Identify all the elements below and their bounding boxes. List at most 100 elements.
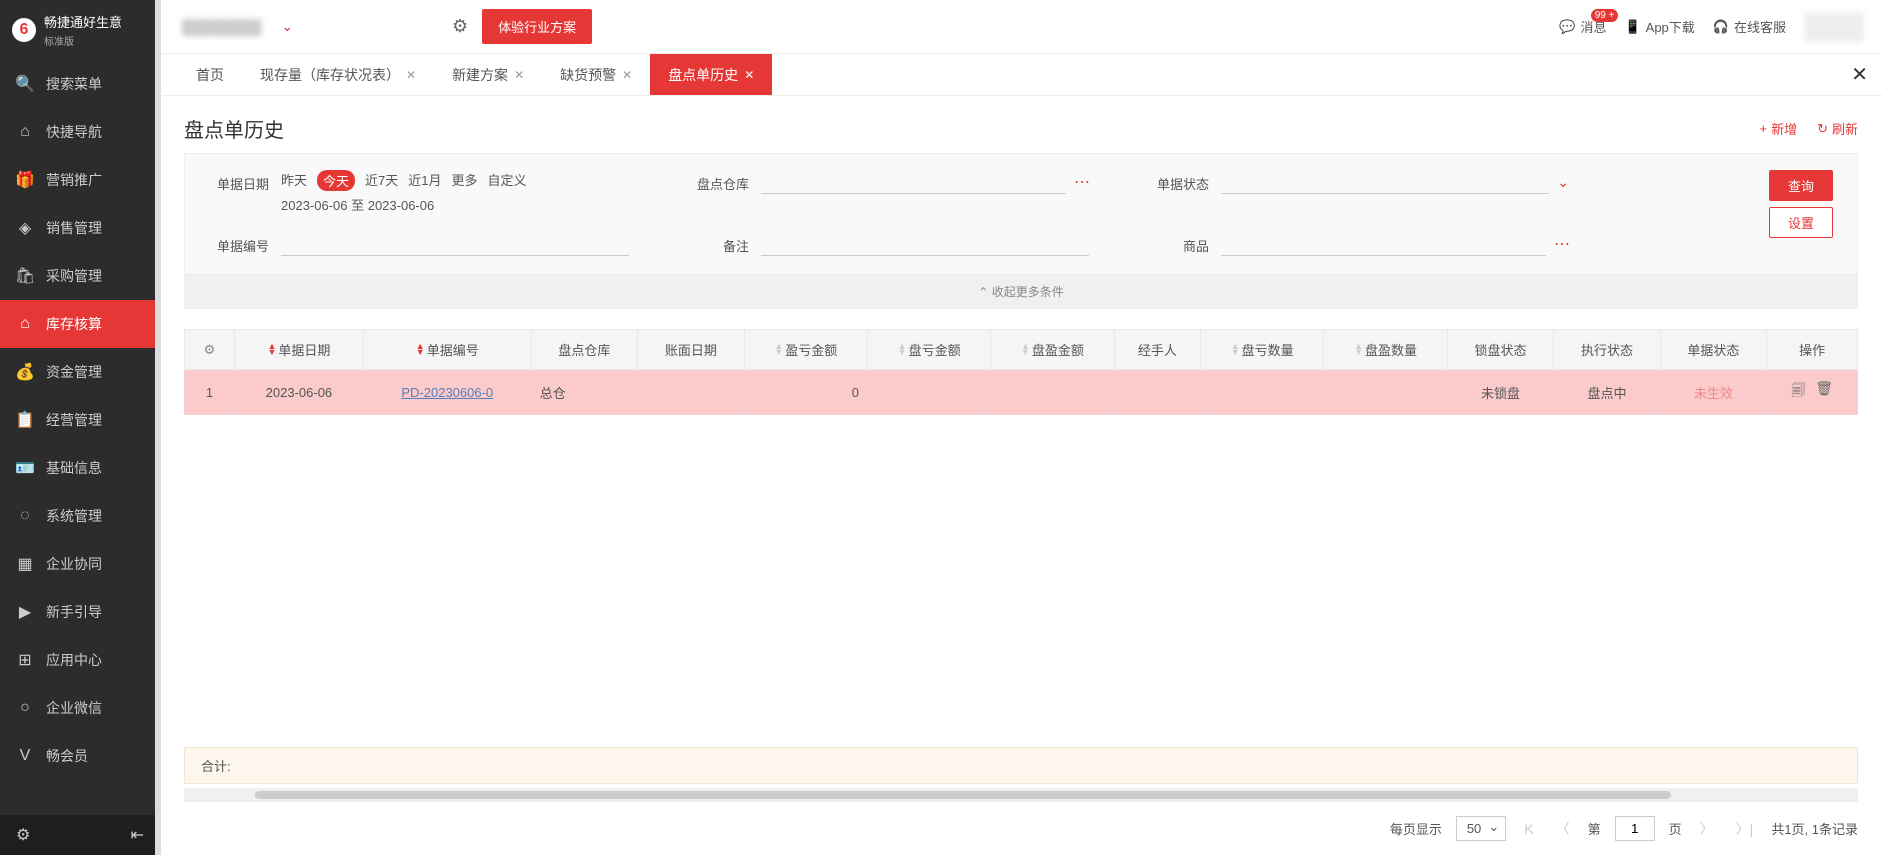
date-shortcuts: 昨天今天近7天近1月更多自定义: [281, 170, 629, 191]
page-input[interactable]: [1615, 816, 1655, 841]
column-header-2[interactable]: ▲▼单据编号: [363, 330, 531, 370]
user-avatar[interactable]: [1804, 12, 1864, 42]
sidebar-item-3[interactable]: ◈销售管理: [0, 204, 160, 252]
prev-page-button[interactable]: 〈: [1552, 819, 1574, 839]
refresh-label: 刷新: [1832, 119, 1858, 138]
table-row[interactable]: 12023-06-06PD-20230606-0总仓0未锁盘盘点中未生效🗐🗑: [185, 370, 1858, 415]
status-input[interactable]: [1221, 170, 1549, 194]
column-header-5[interactable]: ▲▼盈亏金额: [744, 330, 867, 370]
column-label: 盘点仓库: [558, 343, 610, 358]
column-header-8[interactable]: 经手人: [1114, 330, 1200, 370]
next-page-button[interactable]: 〉: [1696, 819, 1718, 839]
settings-icon[interactable]: ⚙: [16, 825, 30, 845]
sidebar-item-11[interactable]: ▶新手引导: [0, 588, 160, 636]
close-icon[interactable]: ✕: [622, 68, 632, 82]
sidebar-item-10[interactable]: ▦企业协同: [0, 540, 160, 588]
cell: 总仓: [531, 370, 637, 415]
date-shortcut-1[interactable]: 今天: [317, 170, 355, 191]
gear-icon[interactable]: ⚙: [452, 16, 468, 37]
sidebar-item-label: 系统管理: [46, 506, 102, 526]
close-icon[interactable]: ✕: [514, 68, 524, 82]
horizontal-scrollbar[interactable]: [184, 788, 1858, 802]
cell: 2023-06-06: [235, 370, 364, 415]
close-icon[interactable]: ✕: [406, 68, 416, 82]
sidebar-item-9[interactable]: ◌系统管理: [0, 492, 160, 540]
column-header-13[interactable]: 单据状态: [1660, 330, 1766, 370]
sidebar-item-13[interactable]: ○企业微信: [0, 684, 160, 732]
close-all-tabs-icon[interactable]: ✕: [1851, 62, 1868, 87]
column-label: 盘亏数量: [1242, 343, 1294, 358]
column-header-4[interactable]: 账面日期: [638, 330, 744, 370]
column-header-6[interactable]: ▲▼盘亏金额: [867, 330, 990, 370]
chevron-down-icon[interactable]: ⌄: [1557, 174, 1569, 191]
page-size-select[interactable]: 50: [1456, 816, 1506, 841]
sidebar-item-12[interactable]: ⊞应用中心: [0, 636, 160, 684]
column-header-0[interactable]: ⚙: [185, 330, 235, 370]
sidebar-item-14[interactable]: V畅会员: [0, 732, 160, 780]
column-header-1[interactable]: ▲▼单据日期: [235, 330, 364, 370]
date-shortcut-4[interactable]: 更多: [452, 170, 478, 191]
column-label: 盈亏金额: [785, 343, 837, 358]
remark-input[interactable]: [761, 232, 1089, 256]
product-input[interactable]: [1221, 232, 1546, 256]
column-header-3[interactable]: 盘点仓库: [531, 330, 637, 370]
sidebar-item-2[interactable]: 🎁营销推广: [0, 156, 160, 204]
collapse-label: 收起更多条件: [992, 285, 1064, 299]
tab-4[interactable]: 盘点单历史✕: [650, 54, 772, 95]
date-shortcut-2[interactable]: 近7天: [365, 170, 398, 191]
warehouse-input[interactable]: [761, 170, 1066, 194]
more-icon[interactable]: ⋯: [1554, 234, 1569, 254]
sidebar-item-6[interactable]: 💰资金管理: [0, 348, 160, 396]
scrollbar-thumb[interactable]: [255, 791, 1671, 799]
sidebar-item-label: 企业协同: [46, 554, 102, 574]
headset-icon: 🎧: [1713, 19, 1729, 35]
sidebar-item-label: 销售管理: [46, 218, 102, 238]
tab-2[interactable]: 新建方案✕: [434, 54, 542, 95]
home-icon: ⌂: [16, 123, 34, 141]
experience-button[interactable]: 体验行业方案: [482, 9, 592, 44]
clipboard-icon: 📋: [16, 411, 34, 429]
tab-3[interactable]: 缺货预警✕: [542, 54, 650, 95]
sidebar-item-1[interactable]: ⌂快捷导航: [0, 108, 160, 156]
sidebar-item-7[interactable]: 📋经营管理: [0, 396, 160, 444]
delete-icon[interactable]: 🗑: [1815, 380, 1833, 404]
sidebar-item-4[interactable]: 🛍采购管理: [0, 252, 160, 300]
view-icon[interactable]: 🗐: [1791, 380, 1805, 404]
sidebar-item-0[interactable]: 🔍搜索菜单: [0, 60, 160, 108]
sidebar-resize-handle[interactable]: [155, 0, 161, 855]
org-selector[interactable]: ████████ ⌄: [178, 14, 438, 39]
message-link[interactable]: 💬 消息 99 +: [1559, 17, 1606, 36]
top-header: ████████ ⌄ ⚙ 体验行业方案 💬 消息 99 + 📱 App下载 🎧 …: [160, 0, 1882, 54]
column-header-10[interactable]: ▲▼盘盈数量: [1324, 330, 1447, 370]
gear-icon[interactable]: ⚙: [204, 342, 216, 357]
sidebar-item-label: 畅会员: [46, 746, 88, 766]
sidebar-item-5[interactable]: ⌂库存核算: [0, 300, 160, 348]
collapse-filters-button[interactable]: ⌃ 收起更多条件: [185, 274, 1857, 308]
setting-button[interactable]: 设置: [1769, 207, 1833, 238]
app-download-link[interactable]: 📱 App下载: [1624, 17, 1694, 36]
last-page-button[interactable]: 〉|: [1732, 819, 1758, 839]
query-button[interactable]: 查询: [1769, 170, 1833, 201]
column-header-14[interactable]: 操作: [1767, 330, 1858, 370]
cell[interactable]: PD-20230606-0: [363, 370, 531, 415]
id-icon: 🪪: [16, 459, 34, 477]
tab-1[interactable]: 现存量（库存状况表）✕: [242, 54, 434, 95]
collapse-sidebar-icon[interactable]: ⇤: [131, 825, 144, 845]
add-button[interactable]: + 新增: [1759, 119, 1797, 138]
more-icon[interactable]: ⋯: [1074, 172, 1089, 192]
column-header-9[interactable]: ▲▼盘亏数量: [1201, 330, 1324, 370]
column-header-7[interactable]: ▲▼盘盈金额: [991, 330, 1114, 370]
date-shortcut-3[interactable]: 近1月: [408, 170, 441, 191]
sort-icon: ▲▼: [1021, 343, 1030, 356]
code-input[interactable]: [281, 232, 629, 256]
date-shortcut-5[interactable]: 自定义: [488, 170, 527, 191]
refresh-button[interactable]: ↻ 刷新: [1817, 119, 1858, 138]
tab-0[interactable]: 首页: [178, 54, 242, 95]
column-header-11[interactable]: 锁盘状态: [1447, 330, 1553, 370]
date-shortcut-0[interactable]: 昨天: [281, 170, 307, 191]
close-icon[interactable]: ✕: [744, 68, 754, 82]
sidebar-item-8[interactable]: 🪪基础信息: [0, 444, 160, 492]
online-service-link[interactable]: 🎧 在线客服: [1713, 17, 1786, 36]
first-page-button[interactable]: K: [1520, 821, 1537, 837]
column-header-12[interactable]: 执行状态: [1554, 330, 1660, 370]
